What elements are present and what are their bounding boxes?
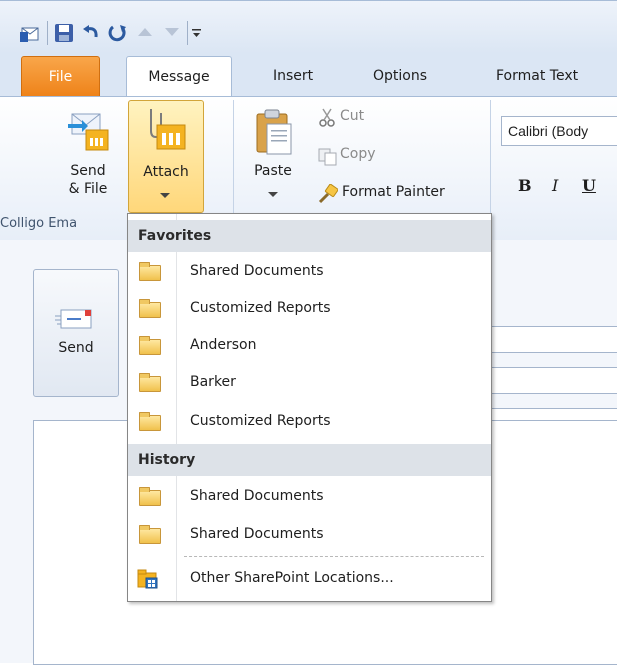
folder-icon (139, 487, 161, 506)
undo-icon[interactable] (81, 23, 101, 43)
up-icon[interactable] (137, 25, 153, 39)
copy-icon (318, 148, 337, 166)
tab-options[interactable]: Options (359, 56, 441, 96)
tab-insert[interactable]: Insert (259, 56, 327, 96)
copy-label: Copy (340, 146, 376, 162)
menu-item-favorite[interactable]: Shared Documents (128, 253, 491, 290)
folder-icon (139, 336, 161, 355)
menu-item-label: Customized Reports (190, 300, 331, 316)
customize-icon[interactable] (191, 27, 203, 39)
outlook-icon[interactable] (20, 22, 42, 44)
menu-item-label: Other SharePoint Locations... (190, 570, 394, 586)
folder-icon (139, 299, 161, 318)
send-file-icon (68, 113, 109, 151)
folder-icon (139, 373, 161, 392)
menu-item-label: Shared Documents (190, 488, 324, 504)
send-icon (55, 309, 92, 329)
menu-item-favorite[interactable]: Anderson (128, 327, 491, 364)
save-icon[interactable] (54, 23, 74, 43)
format-painter-label: Format Painter (342, 184, 445, 200)
tab-file[interactable]: File (21, 56, 100, 97)
menu-item-favorite[interactable]: Barker (128, 364, 491, 401)
menu-separator (184, 556, 484, 557)
folder-icon (139, 412, 161, 431)
favorites-header: Favorites (128, 220, 491, 252)
bold-button[interactable]: B (518, 176, 532, 195)
down-icon[interactable] (164, 25, 180, 39)
send-button[interactable]: Send (33, 269, 119, 397)
cut-label: Cut (340, 108, 365, 124)
menu-item-other-locations[interactable]: Other SharePoint Locations... (128, 560, 491, 597)
redo-icon[interactable] (108, 23, 128, 43)
menu-item-history[interactable]: Shared Documents (128, 516, 491, 553)
qat-separator (47, 21, 48, 45)
format-painter-icon (318, 184, 338, 204)
qat-separator (187, 21, 188, 45)
cc-field[interactable] (484, 367, 617, 394)
chevron-down-icon (268, 192, 278, 197)
font-name-box[interactable]: Calibri (Body (501, 116, 617, 146)
menu-item-label: Shared Documents (190, 263, 324, 279)
history-header: History (128, 444, 491, 476)
menu-item-label: Shared Documents (190, 526, 324, 542)
scissors-icon (319, 108, 335, 127)
menu-item-label: Anderson (190, 337, 257, 353)
italic-button[interactable]: I (552, 176, 558, 195)
attach-label: Attach (143, 164, 189, 180)
chevron-down-icon (160, 193, 170, 198)
paste-label: Paste (254, 163, 292, 179)
menu-item-favorite[interactable]: Customized Reports (128, 403, 491, 440)
attach-icon (150, 109, 186, 150)
quick-access-toolbar (0, 0, 617, 53)
send-label: Send (58, 340, 94, 356)
menu-item-label: Barker (190, 374, 236, 390)
attach-button[interactable]: Attach (128, 100, 204, 213)
tab-message[interactable]: Message (126, 56, 232, 98)
menu-item-favorite[interactable]: Customized Reports (128, 290, 491, 327)
send-file-label-1: Send (70, 163, 106, 179)
paste-icon (256, 109, 292, 155)
send-file-button[interactable]: Send & File (50, 100, 126, 212)
send-file-label-2: & File (68, 181, 108, 197)
attach-dropdown-menu: Favorites Shared Documents Customized Re… (127, 213, 492, 602)
sharepoint-location-icon (137, 569, 158, 589)
folder-icon (139, 525, 161, 544)
group-label-colligo: Colligo Ema (0, 216, 78, 231)
underline-button[interactable]: U (582, 176, 596, 195)
to-field[interactable] (484, 326, 617, 353)
paste-button[interactable]: Paste (240, 100, 306, 212)
tab-format-text[interactable]: Format Text (482, 56, 592, 96)
folder-icon (139, 262, 161, 281)
menu-item-label: Customized Reports (190, 413, 331, 429)
menu-item-history[interactable]: Shared Documents (128, 478, 491, 515)
